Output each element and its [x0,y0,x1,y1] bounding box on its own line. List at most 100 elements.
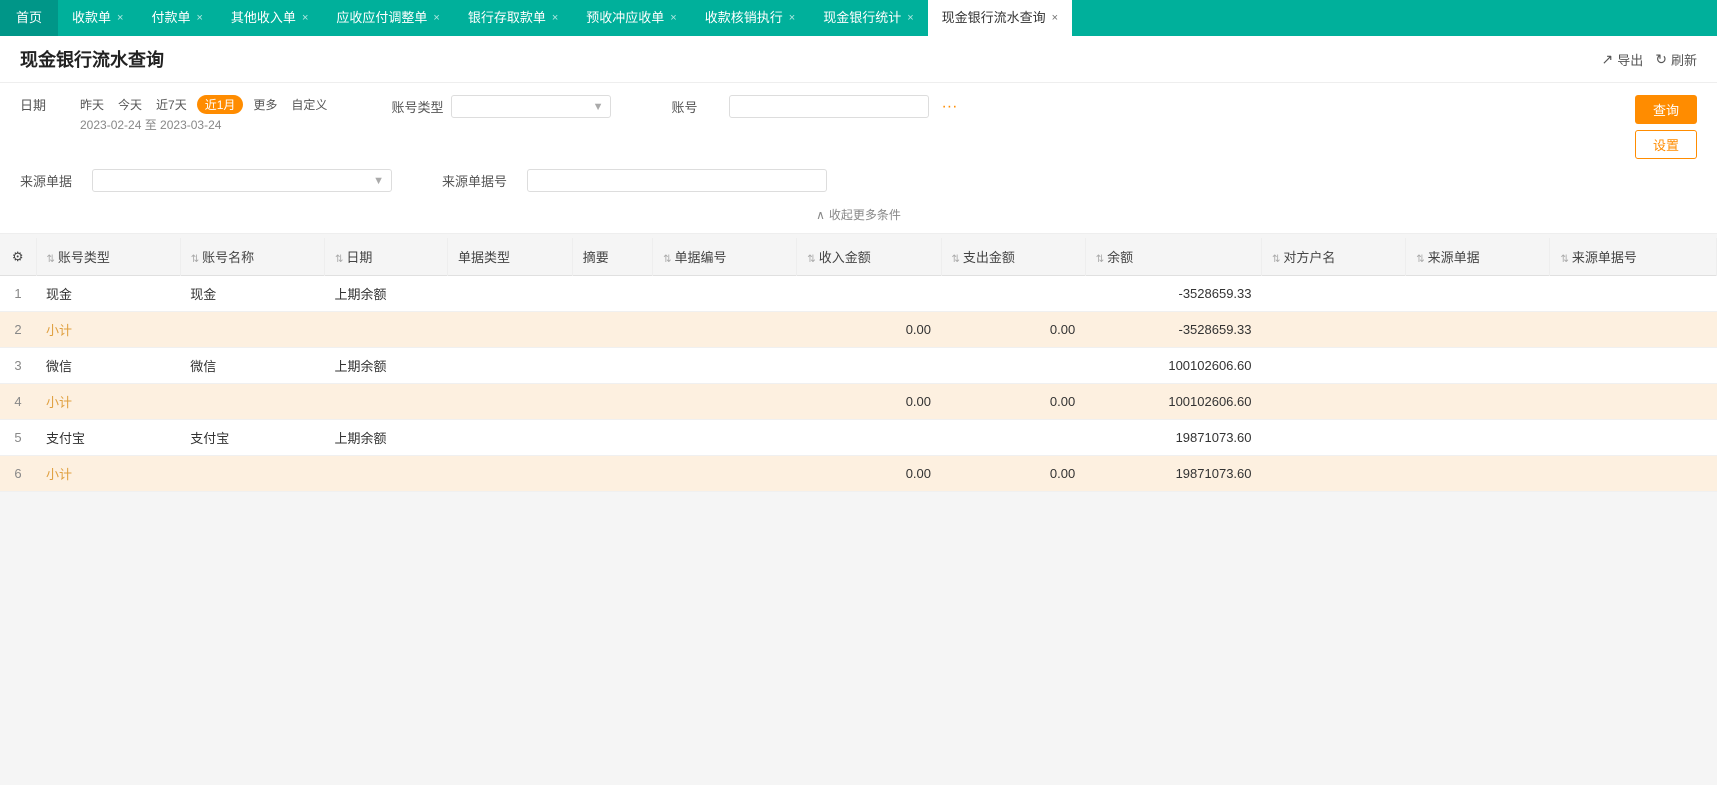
account-type-select-wrap: ▼ [451,95,611,118]
table-body: 1 现金 现金 上期余额 -3528659.33 2 小计 [0,276,1717,492]
cell-subtotal-label: 小计 [36,312,180,348]
col-income[interactable]: ⇅收入金额 [797,238,941,276]
filter-area: 日期 昨天 今天 近7天 近1月 更多 自定义 2023-02-24 至 202… [0,83,1717,234]
col-expense[interactable]: ⇅支出金额 [941,238,1085,276]
cell-subtotal-label: 小计 [36,384,180,420]
table-row: 4 小计 0.00 0.00 100102606.60 [0,384,1717,420]
cell-account-name: 支付宝 [180,420,324,456]
export-icon: ↗ [1602,51,1614,68]
cell-balance: 100102606.60 [1085,348,1261,384]
nav-tab-付款单[interactable]: 付款单 × [137,0,216,36]
source-doc-label: 来源单据 [20,171,72,190]
nav-tab-应收应付调整单[interactable]: 应收应付调整单 × [322,0,453,36]
close-icon[interactable]: × [670,0,676,36]
table-row: 1 现金 现金 上期余额 -3528659.33 [0,276,1717,312]
collapse-bar[interactable]: ∧ 收起更多条件 [20,202,1697,225]
col-account-name[interactable]: ⇅账号名称 [180,238,324,276]
cell-expense: 0.00 [941,312,1085,348]
cell-account-type: 支付宝 [36,420,180,456]
col-doc-type[interactable]: 单据类型 [447,238,572,276]
cell-income: 0.00 [797,312,941,348]
cell-account-name: 微信 [180,348,324,384]
cell-income [797,276,941,312]
col-date[interactable]: ⇅日期 [324,238,447,276]
date-opt-7days[interactable]: 近7天 [152,95,191,114]
close-icon[interactable]: × [907,0,913,36]
cell-expense [941,276,1085,312]
row-num: 6 [0,456,36,492]
cell-source-doc [1406,276,1550,312]
page-title: 现金银行流水查询 [20,46,164,72]
refresh-button[interactable]: ↻ 刷新 [1655,50,1697,69]
cell-doc-no [653,276,797,312]
nav-tab-预收冲应收单[interactable]: 预收冲应收单 × [572,0,690,36]
close-icon[interactable]: × [433,0,439,36]
nav-tab-现金银行统计[interactable]: 现金银行统计 × [809,0,927,36]
account-dots-button[interactable]: ··· [937,98,961,116]
date-opt-more[interactable]: 更多 [249,95,281,114]
source-doc-num-input[interactable] [527,169,827,192]
nav-tab-其他收入单[interactable]: 其他收入单 × [217,0,322,36]
source-doc-select[interactable] [92,169,392,192]
cell-income: 0.00 [797,456,941,492]
col-doc-no[interactable]: ⇅单据编号 [653,238,797,276]
nav-tab-现金银行流水查询[interactable]: 现金银行流水查询 × [928,0,1072,36]
refresh-icon: ↻ [1655,51,1667,68]
date-opt-1month[interactable]: 近1月 [197,95,244,114]
table-row: 5 支付宝 支付宝 上期余额 19871073.60 [0,420,1717,456]
table-header: ⚙ ⇅账号类型 ⇅账号名称 ⇅日期 单据类型 摘要 ⇅单据编号 ⇅收入金额 ⇅支… [0,238,1717,276]
account-type-label: 账号类型 [391,97,443,116]
cell-income: 0.00 [797,384,941,420]
row-num: 5 [0,420,36,456]
close-icon[interactable]: × [789,0,795,36]
table-row: 6 小计 0.00 0.00 19871073.60 [0,456,1717,492]
date-filter-label: 日期 [20,95,70,114]
settings-button[interactable]: 设置 [1635,130,1697,159]
header-actions: ↗ 导出 ↻ 刷新 [1602,50,1698,69]
nav-tab-银行存取款单[interactable]: 银行存取款单 × [454,0,572,36]
cell-account-type: 现金 [36,276,180,312]
table-row: 2 小计 0.00 0.00 -3528659.33 [0,312,1717,348]
col-balance[interactable]: ⇅余额 [1085,238,1261,276]
gear-icon[interactable]: ⚙ [12,249,24,264]
cell-balance: 19871073.60 [1085,420,1261,456]
nav-tab-收款核销执行[interactable]: 收款核销执行 × [691,0,809,36]
account-input[interactable] [729,95,929,118]
top-navigation: 首页 收款单 × 付款单 × 其他收入单 × 应收应付调整单 × 银行存取款单 … [0,0,1717,36]
nav-tab-收款单[interactable]: 收款单 × [58,0,137,36]
col-account-type[interactable]: ⇅账号类型 [36,238,180,276]
col-counterparty[interactable]: ⇅对方户名 [1262,238,1406,276]
account-type-select[interactable] [451,95,611,118]
cell-balance: -3528659.33 [1085,312,1261,348]
cell-balance: 100102606.60 [1085,384,1261,420]
collapse-up-icon: ∧ [816,208,825,222]
row-num: 4 [0,384,36,420]
query-button[interactable]: 查询 [1635,95,1697,124]
cell-date: 上期余额 [324,276,447,312]
cell-expense: 0.00 [941,384,1085,420]
cell-balance: -3528659.33 [1085,276,1261,312]
close-icon[interactable]: × [117,0,123,36]
account-label: 账号 [671,97,721,116]
col-source-doc-no[interactable]: ⇅来源单据号 [1550,238,1717,276]
date-opt-today[interactable]: 今天 [114,95,146,114]
row-num: 1 [0,276,36,312]
close-icon[interactable]: × [196,0,202,36]
cell-doc-type [447,276,572,312]
cell-summary [572,276,652,312]
row-num: 2 [0,312,36,348]
date-range-display: 2023-02-24 至 2023-03-24 [80,118,221,132]
close-icon[interactable]: × [552,0,558,36]
cell-date: 上期余额 [324,420,447,456]
col-summary[interactable]: 摘要 [572,238,652,276]
export-button[interactable]: ↗ 导出 [1602,50,1644,69]
col-source-doc[interactable]: ⇅来源单据 [1406,238,1550,276]
close-icon[interactable]: × [302,0,308,36]
close-icon[interactable]: × [1052,0,1058,36]
date-opt-custom[interactable]: 自定义 [287,95,331,114]
col-gear[interactable]: ⚙ [0,238,36,276]
date-options: 昨天 今天 近7天 近1月 更多 自定义 [76,95,331,114]
cell-date: 上期余额 [324,348,447,384]
date-opt-yesterday[interactable]: 昨天 [76,95,108,114]
nav-home[interactable]: 首页 [0,0,58,36]
